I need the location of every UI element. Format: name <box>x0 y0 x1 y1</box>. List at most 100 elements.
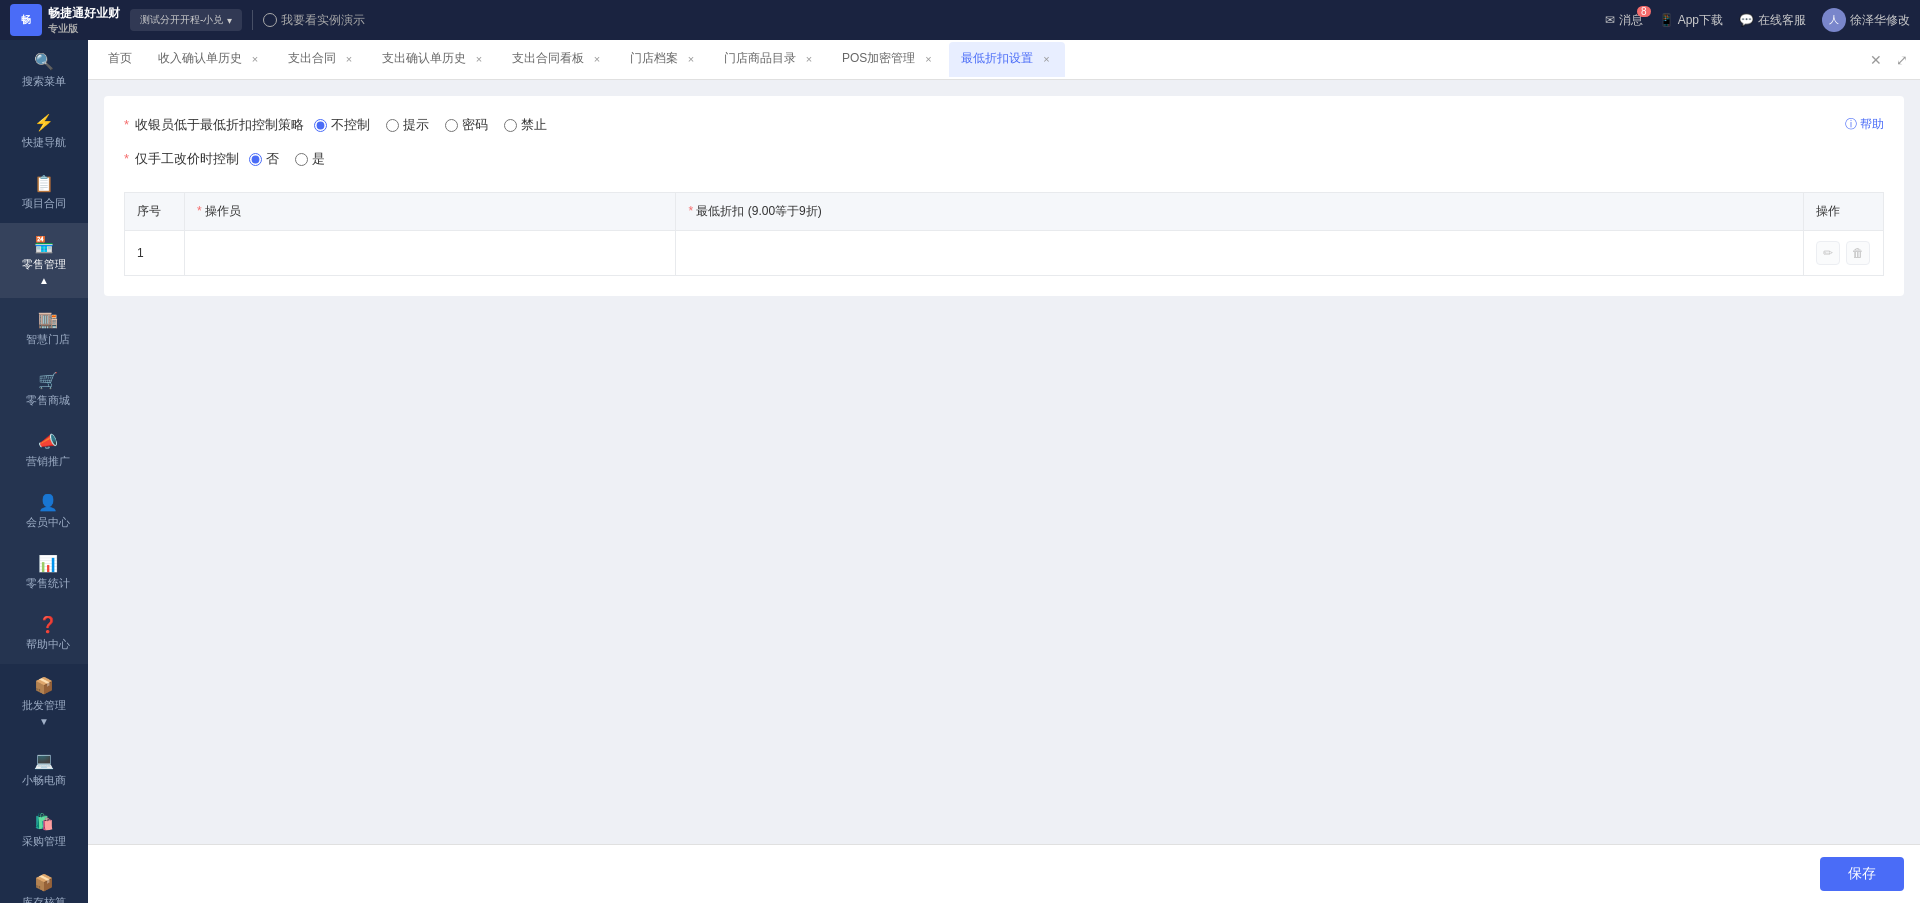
policy-form-row: * 收银员低于最低折扣控制策略 不控制 提示 <box>124 116 547 134</box>
required-star-discount: * <box>688 204 693 218</box>
bottom-bar: 保存 <box>88 844 1920 903</box>
policy-option-password[interactable]: 密码 <box>445 116 488 134</box>
sidebar-item-batch-mgmt[interactable]: 📦 批发管理 ▼ <box>0 664 88 739</box>
tab-store-product[interactable]: 门店商品目录 × <box>712 42 828 77</box>
policy-radio-password[interactable] <box>445 119 458 132</box>
sidebar-item-smart-store[interactable]: 🏬 智慧门店 <box>0 298 88 359</box>
sidebar-item-help-center[interactable]: ❓ 帮助中心 <box>0 603 88 664</box>
avatar: 人 <box>1822 8 1846 32</box>
manual-price-form-row: * 仅手工改价时控制 否 是 <box>124 150 547 168</box>
tab-payment-confirm[interactable]: 支出确认单历史 × <box>370 42 498 77</box>
settings-card: * 收银员低于最低折扣控制策略 不控制 提示 <box>104 96 1904 296</box>
tab-pos-password-close[interactable]: × <box>921 52 935 66</box>
tab-payment-board-label: 支出合同看板 <box>512 50 584 67</box>
save-button[interactable]: 保存 <box>1820 857 1904 891</box>
tab-payment-board-close[interactable]: × <box>590 52 604 66</box>
tab-store-file-close[interactable]: × <box>684 52 698 66</box>
chevron-down-icon: ▼ <box>39 716 49 727</box>
online-service-label: 在线客服 <box>1758 12 1806 29</box>
tab-min-discount-close[interactable]: × <box>1039 52 1053 66</box>
tabbar-controls: ✕ ⤢ <box>1866 50 1912 70</box>
cell-operator <box>185 231 676 276</box>
sidebar-item-retail-mgmt[interactable]: 🏪 零售管理 ▲ <box>0 223 88 298</box>
help-link[interactable]: ⓘ 帮助 <box>1845 116 1884 133</box>
tab-payment-contract-close[interactable]: × <box>342 52 356 66</box>
message-badge: 8 <box>1637 6 1651 17</box>
topbar: 畅 畅捷通好业财 专业版 测试分开开程-小兑 ▾ 我要看实例演示 ✉ 消息 8 … <box>0 0 1920 40</box>
project-selector[interactable]: 测试分开开程-小兑 ▾ <box>130 9 242 31</box>
laptop-icon: 💻 <box>34 751 54 770</box>
discount-table: 序号 * 操作员 * 最低折扣 (9.00等于9折) 操作 <box>124 192 1884 276</box>
sidebar-item-retail-stats[interactable]: 📊 零售统计 <box>0 542 88 603</box>
sidebar-item-search[interactable]: 🔍 搜索菜单 <box>0 40 88 101</box>
cell-seq: 1 <box>125 231 185 276</box>
sidebar-item-project-contract[interactable]: 📋 项目合同 <box>0 162 88 223</box>
policy-radio-no-control[interactable] <box>314 119 327 132</box>
policy-option-forbid[interactable]: 禁止 <box>504 116 547 134</box>
app-download-button[interactable]: 📱 App下载 <box>1659 12 1723 29</box>
tab-payment-board[interactable]: 支出合同看板 × <box>500 42 616 77</box>
tab-payment-contract-label: 支出合同 <box>288 50 336 67</box>
required-star-operator: * <box>197 204 202 218</box>
service-icon: 💬 <box>1739 13 1754 27</box>
sidebar-item-purchase-mgmt[interactable]: 🛍️ 采购管理 <box>0 800 88 861</box>
tab-min-discount-label: 最低折扣设置 <box>961 50 1033 67</box>
cart-icon: 🛒 <box>38 371 58 390</box>
building-icon: 🏬 <box>38 310 58 329</box>
tab-payment-confirm-close[interactable]: × <box>472 52 486 66</box>
chart-icon: 📊 <box>38 554 58 573</box>
tab-home[interactable]: 首页 <box>96 42 144 77</box>
tab-pos-password[interactable]: POS加密管理 × <box>830 42 947 77</box>
message-button[interactable]: ✉ 消息 8 <box>1605 12 1643 29</box>
col-header-min-discount: * 最低折扣 (9.00等于9折) <box>676 193 1804 231</box>
manual-price-option-no[interactable]: 否 <box>249 150 279 168</box>
lightning-icon: ⚡ <box>34 113 54 132</box>
maximize-button[interactable]: ⤢ <box>1892 50 1912 70</box>
tab-min-discount[interactable]: 最低折扣设置 × <box>949 42 1065 77</box>
online-service-button[interactable]: 💬 在线客服 <box>1739 12 1806 29</box>
tab-income-confirm[interactable]: 收入确认单历史 × <box>146 42 274 77</box>
col-header-operator: * 操作员 <box>185 193 676 231</box>
tab-store-file[interactable]: 门店档案 × <box>618 42 710 77</box>
edit-row-button[interactable]: ✏ <box>1816 241 1840 265</box>
demo-link[interactable]: 我要看实例演示 <box>263 12 365 29</box>
sidebar-item-member-center[interactable]: 👤 会员中心 <box>0 481 88 542</box>
user-info[interactable]: 人 徐泽华修改 <box>1822 8 1910 32</box>
tab-pos-password-label: POS加密管理 <box>842 50 915 67</box>
manual-price-radio-yes[interactable] <box>295 153 308 166</box>
policy-radio-prompt[interactable] <box>386 119 399 132</box>
divider <box>252 10 253 30</box>
sidebar-item-retail-mall[interactable]: 🛒 零售商城 <box>0 359 88 420</box>
policy-option-no-control[interactable]: 不控制 <box>314 116 370 134</box>
sidebar-item-shortcut[interactable]: ⚡ 快捷导航 <box>0 101 88 162</box>
policy-radio-forbid[interactable] <box>504 119 517 132</box>
app-download-label: App下载 <box>1678 12 1723 29</box>
policy-option-prompt[interactable]: 提示 <box>386 116 429 134</box>
tab-store-file-label: 门店档案 <box>630 50 678 67</box>
required-star-manual: * <box>124 151 129 166</box>
download-icon: 📱 <box>1659 13 1674 27</box>
tab-payment-contract[interactable]: 支出合同 × <box>276 42 368 77</box>
policy-label: * 收银员低于最低折扣控制策略 <box>124 116 304 134</box>
tab-income-confirm-close[interactable]: × <box>248 52 262 66</box>
tab-payment-confirm-label: 支出确认单历史 <box>382 50 466 67</box>
form-section: * 收银员低于最低折扣控制策略 不控制 提示 <box>124 116 547 184</box>
sidebar-item-inventory[interactable]: 📦 库存核算 <box>0 861 88 903</box>
sidebar-item-marketing[interactable]: 📣 营销推广 <box>0 420 88 481</box>
close-tab-button[interactable]: ✕ <box>1866 50 1886 70</box>
tab-store-product-close[interactable]: × <box>802 52 816 66</box>
manual-price-option-yes[interactable]: 是 <box>295 150 325 168</box>
cell-action: ✏ 🗑 <box>1804 231 1884 276</box>
delete-row-button[interactable]: 🗑 <box>1846 241 1870 265</box>
circle-icon <box>263 13 277 27</box>
manual-price-radio-no[interactable] <box>249 153 262 166</box>
message-icon: ✉ <box>1605 13 1615 27</box>
sidebar-item-ecommerce[interactable]: 💻 小畅电商 <box>0 739 88 800</box>
manual-price-radio-group: 否 是 <box>249 150 325 168</box>
table-body: 1 ✏ 🗑 <box>125 231 1884 276</box>
sidebar: 🔍 搜索菜单 ⚡ 快捷导航 📋 项目合同 🏪 零售管理 ▲ 🏬 智慧门店 🛒 零… <box>0 40 88 903</box>
tab-income-confirm-label: 收入确认单历史 <box>158 50 242 67</box>
tab-store-product-label: 门店商品目录 <box>724 50 796 67</box>
demo-label: 我要看实例演示 <box>281 12 365 29</box>
action-buttons: ✏ 🗑 <box>1816 241 1871 265</box>
